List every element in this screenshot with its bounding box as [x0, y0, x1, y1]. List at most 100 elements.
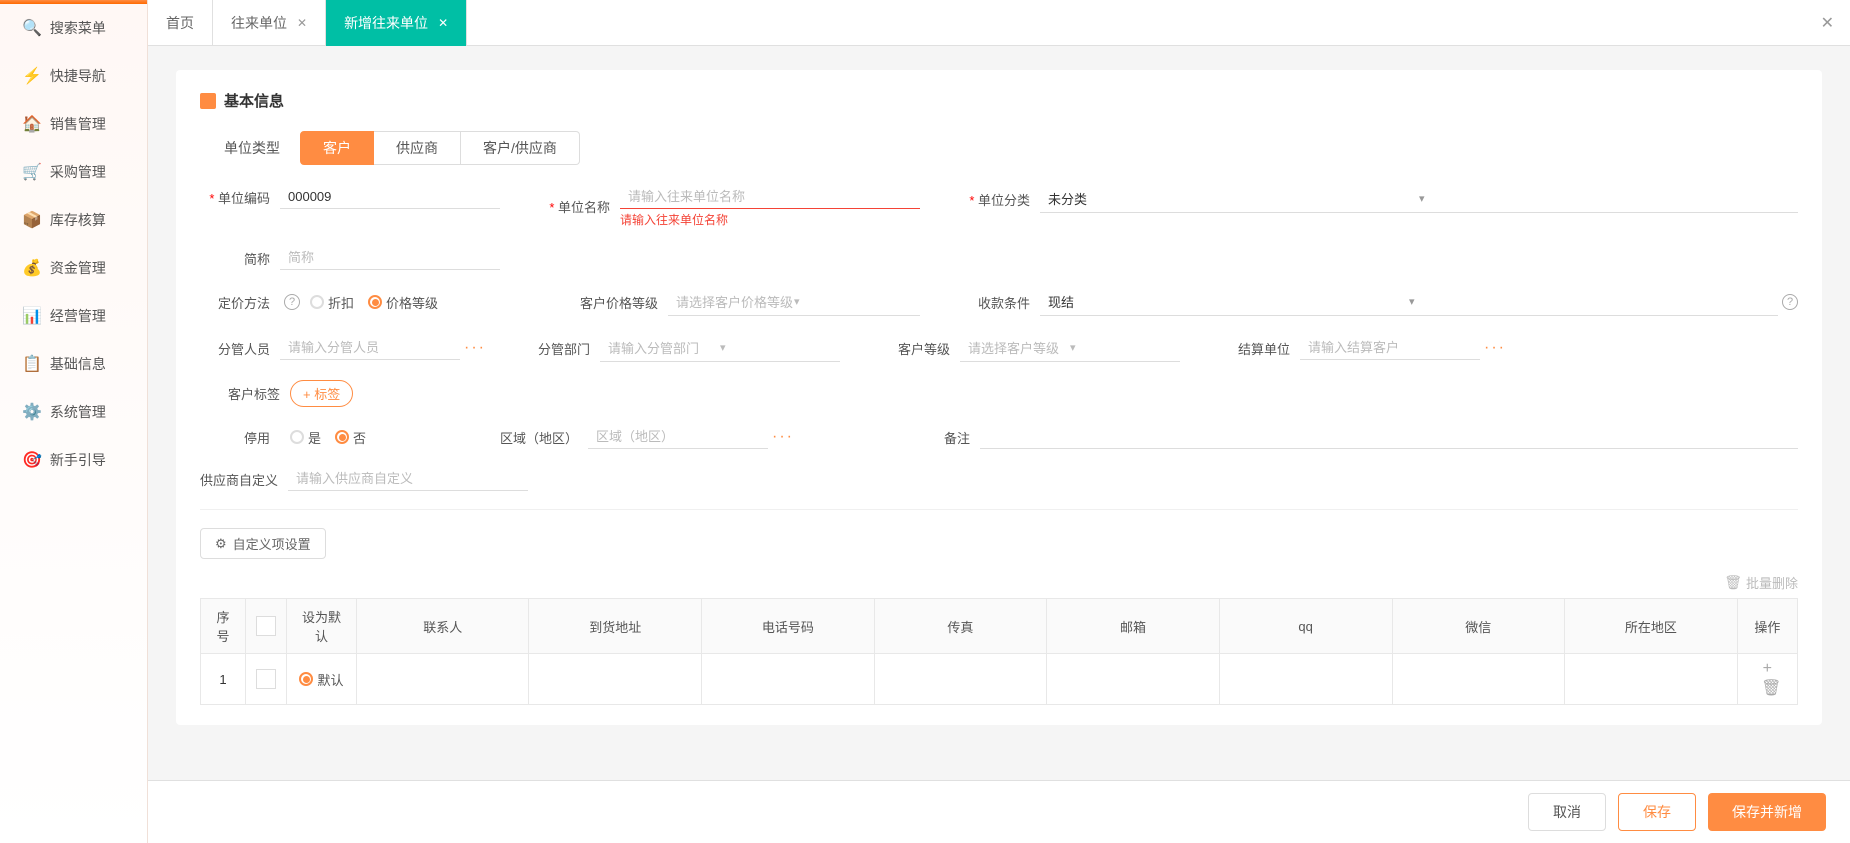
header-checkbox[interactable] [256, 616, 276, 636]
field-notes: 备注 [900, 425, 1798, 449]
row-phone[interactable] [702, 654, 875, 705]
tab-home[interactable]: 首页 [148, 0, 213, 46]
payment-terms-chevron: ▾ [1409, 295, 1770, 308]
email-input[interactable] [1057, 672, 1209, 687]
pricing-help-icon[interactable]: ? [284, 294, 300, 310]
supervisor-more-btn[interactable]: ··· [460, 339, 490, 357]
address-input[interactable] [539, 672, 691, 687]
table-row: 1 默认 [201, 654, 1798, 705]
type-btn-both[interactable]: 客户/供应商 [461, 131, 580, 165]
sidebar-item-operations-label: 经营管理 [50, 306, 106, 326]
custom-settings-label: 自定义项设置 [233, 534, 311, 553]
sidebar-item-finance[interactable]: 💰 资金管理 [6, 246, 141, 290]
sidebar-item-operations[interactable]: 📊 经营管理 [6, 294, 141, 338]
tab-home-label: 首页 [166, 13, 194, 33]
close-all-button[interactable]: ✕ [1805, 13, 1850, 33]
row-contact[interactable] [356, 654, 529, 705]
row-fax[interactable] [874, 654, 1047, 705]
unit-code-input[interactable] [280, 185, 500, 209]
sidebar-item-purchase[interactable]: 🛒 采购管理 [6, 150, 141, 194]
department-select[interactable]: 请输入分管部门 ▾ [600, 334, 840, 362]
form-row-6: 停用 是 否 区域（地区） ··· [200, 425, 1798, 449]
tab-new-partner-close[interactable]: ✕ [438, 16, 448, 30]
custom-settings-button[interactable]: ⚙ 自定义项设置 [200, 528, 326, 559]
short-name-input[interactable] [280, 246, 500, 270]
radio-disabled-no[interactable]: 否 [335, 428, 366, 447]
row-region-input[interactable] [1575, 672, 1727, 687]
radio-discount[interactable]: 折扣 [310, 293, 354, 312]
page-area: 基本信息 单位类型 客户 供应商 客户/供应商 单位编码 单位名称 [148, 46, 1850, 780]
field-short-name: 简称 [200, 246, 540, 270]
row-default-radio[interactable]: 默认 [297, 670, 346, 689]
tab-partner[interactable]: 往来单位 ✕ [213, 0, 326, 46]
bottom-bar: 取消 保存 保存并新增 [148, 780, 1850, 843]
sidebar-item-guide[interactable]: 🎯 新手引导 [6, 438, 141, 482]
sidebar-item-system[interactable]: ⚙️ 系统管理 [6, 390, 141, 434]
sidebar-item-basic[interactable]: 📋 基础信息 [6, 342, 141, 386]
sidebar-item-quicknav[interactable]: ⚡ 快捷导航 [6, 54, 141, 98]
radio-disabled-yes[interactable]: 是 [290, 428, 321, 447]
batch-delete-icon: 🗑 [1724, 574, 1742, 591]
row-add-icon[interactable]: + [1763, 660, 1772, 677]
cancel-button[interactable]: 取消 [1528, 793, 1606, 831]
row-address[interactable] [529, 654, 702, 705]
supervisor-label: 分管人员 [200, 339, 270, 358]
region-more-btn[interactable]: ··· [768, 428, 798, 446]
customer-level-chevron: ▾ [1070, 341, 1172, 354]
section-title-text: 基本信息 [224, 90, 284, 111]
sidebar: 🔍 搜索菜单 ⚡ 快捷导航 🏠 销售管理 🛒 采购管理 📦 库存核算 💰 资金管… [0, 0, 148, 843]
type-btn-customer[interactable]: 客户 [300, 131, 374, 165]
type-btn-supplier[interactable]: 供应商 [374, 131, 461, 165]
col-index: 序号 [201, 599, 246, 654]
fax-input[interactable] [885, 672, 1037, 687]
row-del-icon[interactable]: 🗑 [1761, 680, 1781, 697]
add-tag-button[interactable]: + 标签 [290, 380, 353, 407]
customer-level-select[interactable]: 请选择客户等级 ▾ [960, 334, 1180, 362]
radio-no-circle [335, 430, 349, 444]
qq-input[interactable] [1230, 672, 1382, 687]
unit-name-error: 请输入往来单位名称 [620, 211, 920, 228]
batch-delete-label[interactable]: 批量删除 [1746, 573, 1798, 592]
wechat-input[interactable] [1403, 672, 1555, 687]
settlement-more-btn[interactable]: ··· [1480, 339, 1510, 357]
sidebar-item-search[interactable]: 🔍 搜索菜单 [6, 6, 141, 50]
contact-input[interactable] [367, 672, 519, 687]
sidebar-item-purchase-label: 采购管理 [50, 162, 106, 182]
form-row-1: 单位编码 单位名称 请输入往来单位名称 单位分类 未分类 [200, 185, 1798, 228]
supervisor-input[interactable] [280, 336, 460, 360]
radio-price-level-label: 价格等级 [386, 293, 438, 312]
tab-new-partner[interactable]: 新增往来单位 ✕ [326, 0, 467, 46]
col-qq: qq [1219, 599, 1392, 654]
region-input[interactable] [588, 425, 768, 449]
customer-level-label: 客户等级 [880, 339, 950, 358]
settlement-unit-input[interactable] [1300, 336, 1480, 360]
payment-help-icon[interactable]: ? [1782, 294, 1798, 310]
department-chevron: ▾ [720, 341, 832, 354]
radio-price-level[interactable]: 价格等级 [368, 293, 438, 312]
row-wechat[interactable] [1392, 654, 1565, 705]
sidebar-item-sales[interactable]: 🏠 销售管理 [6, 102, 141, 146]
unit-category-label: 单位分类 [960, 190, 1030, 209]
supplier-custom-input[interactable] [288, 467, 528, 491]
customer-price-level-label: 客户价格等级 [580, 293, 658, 312]
payment-terms-select[interactable]: 现结 ▾ [1040, 288, 1778, 316]
field-region: 区域（地区） ··· [500, 425, 840, 449]
row-region[interactable] [1565, 654, 1738, 705]
row-qq[interactable] [1219, 654, 1392, 705]
pricing-method-label: 定价方法 [200, 293, 270, 312]
row-email[interactable] [1047, 654, 1220, 705]
unit-category-select[interactable]: 未分类 ▾ [1040, 185, 1798, 213]
tab-partner-close[interactable]: ✕ [297, 16, 307, 30]
sidebar-item-basic-label: 基础信息 [50, 354, 106, 374]
save-button[interactable]: 保存 [1618, 793, 1696, 831]
notes-input[interactable] [980, 425, 1798, 449]
save-add-button[interactable]: 保存并新增 [1708, 793, 1826, 831]
sidebar-item-inventory[interactable]: 📦 库存核算 [6, 198, 141, 242]
unit-name-input[interactable] [620, 185, 920, 209]
col-email: 邮箱 [1047, 599, 1220, 654]
radio-discount-circle [310, 295, 324, 309]
phone-input[interactable] [712, 672, 864, 687]
customer-price-level-select[interactable]: 请选择客户价格等级 ▾ [668, 288, 920, 316]
row-default-circle [299, 672, 313, 686]
row-checkbox[interactable] [256, 669, 276, 689]
